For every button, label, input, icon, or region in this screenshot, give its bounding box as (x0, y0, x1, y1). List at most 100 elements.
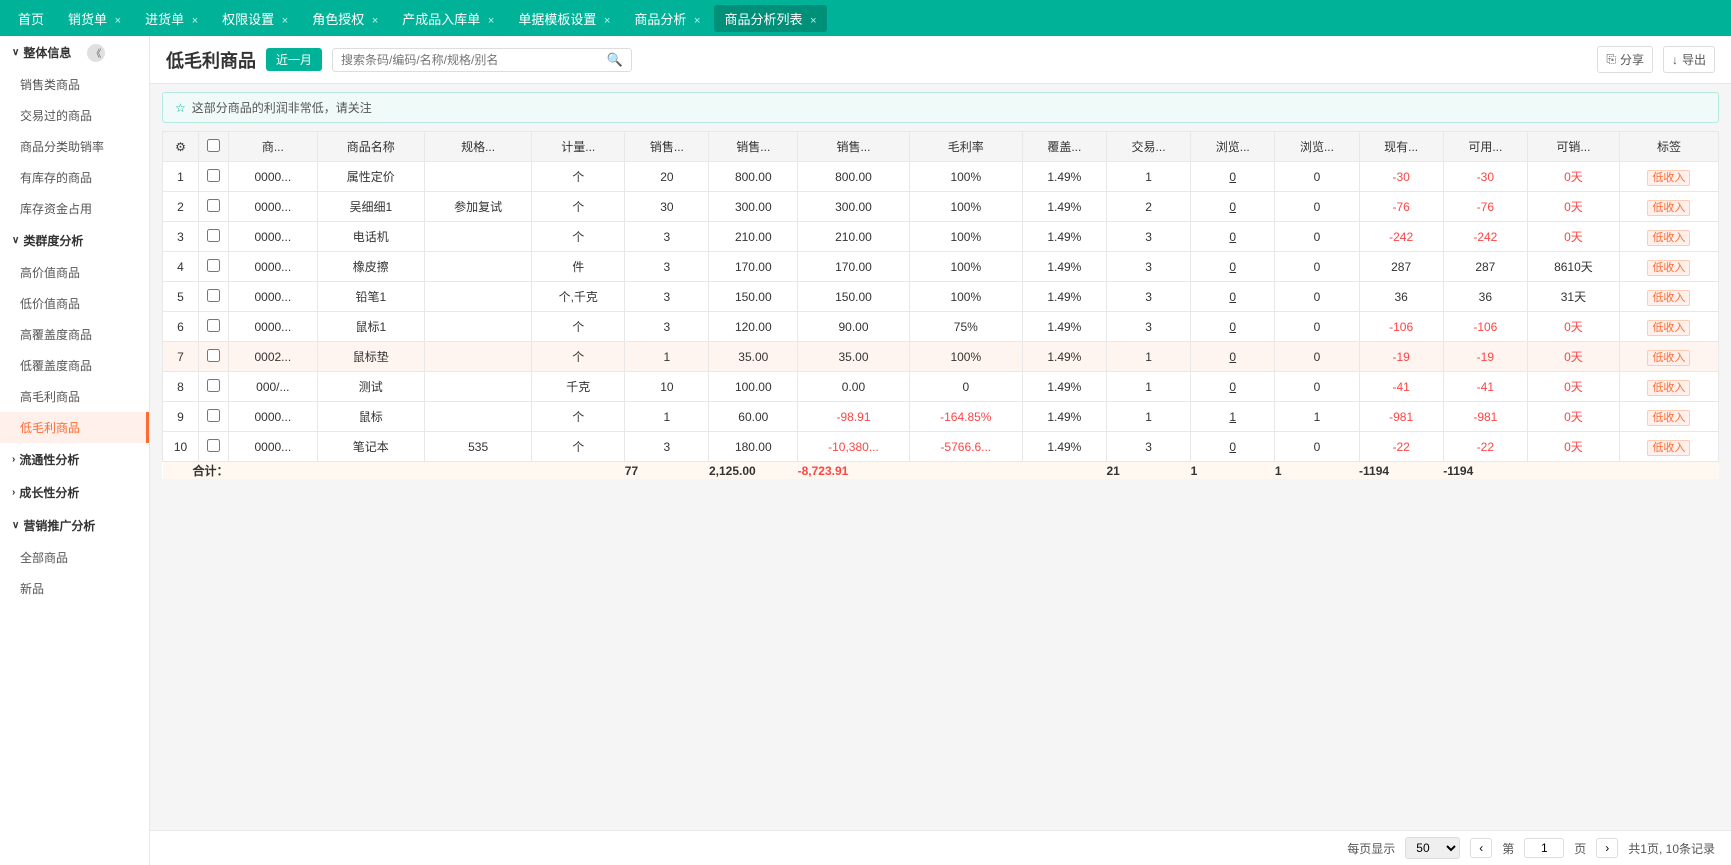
cell-checkbox[interactable] (199, 252, 229, 282)
select-all-checkbox[interactable] (207, 139, 220, 152)
nav-permissions[interactable]: 权限设置 × (212, 5, 298, 32)
cell-views1[interactable]: 0 (1191, 372, 1275, 402)
sidebar-item-category-rate[interactable]: 商品分类助销率 (0, 131, 149, 162)
cell-views1[interactable]: 0 (1191, 342, 1275, 372)
col-views2[interactable]: 浏览... (1275, 132, 1359, 162)
nav-home[interactable]: 首页 (8, 5, 54, 32)
row-checkbox[interactable] (207, 199, 220, 212)
col-code[interactable]: 商... (229, 132, 318, 162)
row-checkbox[interactable] (207, 379, 220, 392)
settings-icon[interactable]: ⚙ (175, 140, 186, 154)
page-number-input[interactable] (1524, 838, 1564, 858)
next-page-btn[interactable]: › (1596, 838, 1618, 858)
cell-checkbox[interactable] (199, 402, 229, 432)
sidebar-group-liquidity[interactable]: › 流通性分析 (0, 443, 149, 476)
nav-product-analysis[interactable]: 商品分析 × (624, 5, 710, 32)
sidebar-item-stock-capital[interactable]: 库存资金占用 (0, 193, 149, 224)
col-settings[interactable]: ⚙ (163, 132, 199, 162)
nav-close-roles[interactable]: × (372, 15, 378, 27)
cell-views1[interactable]: 1 (1191, 402, 1275, 432)
sidebar-item-low-value[interactable]: 低价值商品 (0, 288, 149, 319)
sidebar-group-growth[interactable]: › 成长性分析 (0, 476, 149, 509)
prev-page-btn[interactable]: ‹ (1470, 838, 1492, 858)
main-layout: ∨ 整体信息 《 销售类商品 交易过的商品 商品分类助销率 有库存的商品 库存资… (0, 36, 1731, 865)
sidebar-item-low-margin[interactable]: 低毛利商品 (0, 412, 149, 443)
nav-product-stock[interactable]: 产成品入库单 × (392, 5, 504, 32)
cell-checkbox[interactable] (199, 162, 229, 192)
cell-checkbox[interactable] (199, 312, 229, 342)
cell-views1[interactable]: 0 (1191, 222, 1275, 252)
nav-product-analysis-list[interactable]: 商品分析列表 × (714, 5, 826, 32)
cell-checkbox[interactable] (199, 372, 229, 402)
col-checkbox[interactable] (199, 132, 229, 162)
cell-code: 0000... (229, 162, 318, 192)
sidebar-item-traded-products[interactable]: 交易过的商品 (0, 100, 149, 131)
share-button[interactable]: ⎘ 分享 (1597, 46, 1653, 73)
row-checkbox[interactable] (207, 349, 220, 362)
row-checkbox[interactable] (207, 439, 220, 452)
cell-no: 1 (163, 162, 199, 192)
cell-views1[interactable]: 0 (1191, 282, 1275, 312)
sidebar-item-high-value[interactable]: 高价值商品 (0, 257, 149, 288)
nav-close-template[interactable]: × (604, 15, 610, 27)
cell-views1[interactable]: 0 (1191, 432, 1275, 462)
sidebar-item-all-products[interactable]: 全部商品 (0, 542, 149, 573)
sidebar-group-cluster[interactable]: ∨ 类群度分析 (0, 224, 149, 257)
sidebar-item-sales-products[interactable]: 销售类商品 (0, 69, 149, 100)
nav-close-list[interactable]: × (810, 15, 816, 27)
cell-views1[interactable]: 0 (1191, 192, 1275, 222)
nav-close-analysis[interactable]: × (694, 15, 700, 27)
sidebar-item-high-margin[interactable]: 高毛利商品 (0, 381, 149, 412)
col-gross-margin[interactable]: 毛利率 (909, 132, 1022, 162)
search-input[interactable] (341, 53, 607, 67)
col-unit[interactable]: 计量... (532, 132, 625, 162)
nav-sales-order[interactable]: 销货单 × (58, 5, 131, 32)
cell-checkbox[interactable] (199, 192, 229, 222)
cell-checkbox[interactable] (199, 432, 229, 462)
per-page-select[interactable]: 50 100 200 (1405, 837, 1460, 859)
row-checkbox[interactable] (207, 259, 220, 272)
cell-views1[interactable]: 0 (1191, 252, 1275, 282)
row-checkbox[interactable] (207, 169, 220, 182)
sidebar-group-overall[interactable]: ∨ 整体信息 (0, 36, 83, 69)
col-tag[interactable]: 标签 (1619, 132, 1718, 162)
nav-close-purchase[interactable]: × (192, 15, 198, 27)
search-icon[interactable]: 🔍 (607, 52, 623, 68)
sidebar-item-high-coverage[interactable]: 高覆盖度商品 (0, 319, 149, 350)
cell-views1[interactable]: 0 (1191, 162, 1275, 192)
nav-close-sales[interactable]: × (115, 15, 121, 27)
nav-close-perms[interactable]: × (282, 15, 288, 27)
col-sales-qty[interactable]: 销售... (625, 132, 709, 162)
sidebar-item-new-products[interactable]: 新品 (0, 573, 149, 604)
cell-views1[interactable]: 0 (1191, 312, 1275, 342)
col-views1[interactable]: 浏览... (1191, 132, 1275, 162)
row-checkbox[interactable] (207, 409, 220, 422)
cell-checkbox[interactable] (199, 222, 229, 252)
nav-purchase-order[interactable]: 进货单 × (135, 5, 208, 32)
cell-sales-amount: 120.00 (709, 312, 798, 342)
sidebar-group-marketing[interactable]: ∨ 营销推广分析 (0, 509, 149, 542)
sidebar-item-low-coverage[interactable]: 低覆盖度商品 (0, 350, 149, 381)
col-available[interactable]: 可用... (1443, 132, 1527, 162)
row-checkbox[interactable] (207, 229, 220, 242)
nav-close-stock[interactable]: × (488, 15, 494, 27)
col-coverage[interactable]: 覆盖... (1022, 132, 1106, 162)
col-current-stock[interactable]: 现有... (1359, 132, 1443, 162)
col-sellable[interactable]: 可销... (1527, 132, 1619, 162)
sidebar-item-stock-products[interactable]: 有库存的商品 (0, 162, 149, 193)
col-spec[interactable]: 规格... (424, 132, 531, 162)
col-name[interactable]: 商品名称 (317, 132, 424, 162)
cell-checkbox[interactable] (199, 282, 229, 312)
time-filter-button[interactable]: 近一月 (266, 48, 322, 71)
export-button[interactable]: ↓ 导出 (1663, 46, 1715, 73)
row-checkbox[interactable] (207, 319, 220, 332)
cell-checkbox[interactable] (199, 342, 229, 372)
col-trade-count[interactable]: 交易... (1106, 132, 1190, 162)
nav-template-settings[interactable]: 单据模板设置 × (508, 5, 620, 32)
col-sales-amount[interactable]: 销售... (709, 132, 798, 162)
col-sales-profit[interactable]: 销售... (798, 132, 910, 162)
nav-roles[interactable]: 角色授权 × (302, 5, 388, 32)
row-checkbox[interactable] (207, 289, 220, 302)
collapse-sidebar-btn[interactable]: 《 (87, 44, 105, 62)
cell-views2: 0 (1275, 432, 1359, 462)
